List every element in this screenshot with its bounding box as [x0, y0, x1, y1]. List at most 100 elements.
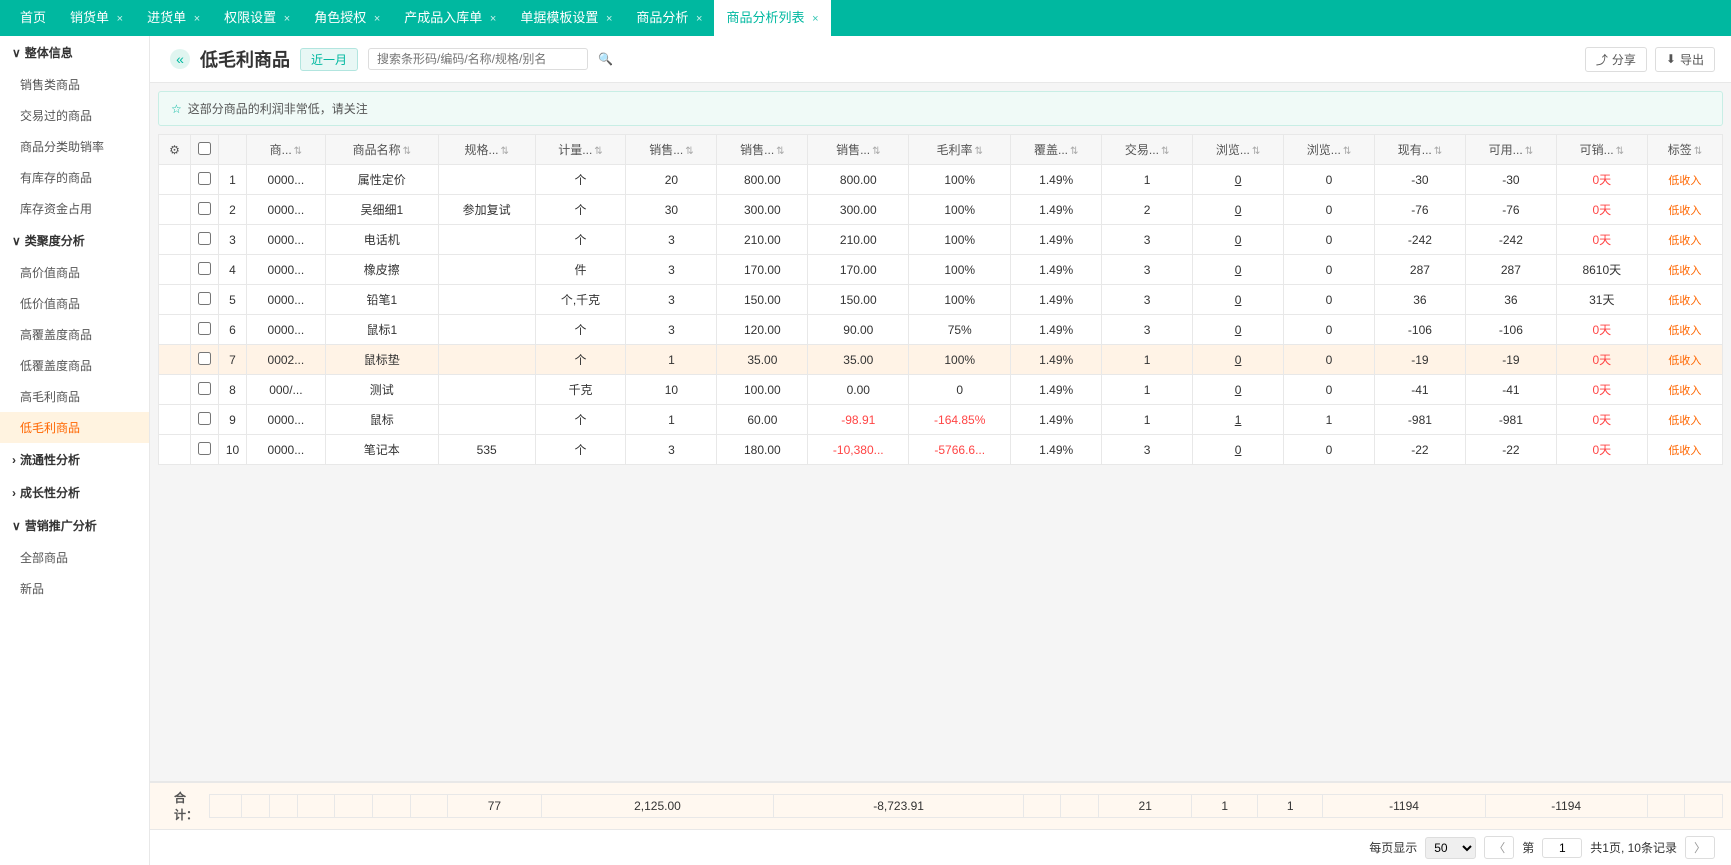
cell-tag: 低收入 [1647, 255, 1722, 285]
content-area: « 低毛利商品 近一月 🔍 ⤴ 分享 ⬇ 导出 ☆ 这部分商品的利润非常低，请关… [150, 36, 1731, 865]
sidebar-item-all-goods[interactable]: 全部商品 [0, 542, 149, 573]
sidebar-item-low-value[interactable]: 低价值商品 [0, 288, 149, 319]
filter-button[interactable]: 近一月 [300, 48, 358, 71]
cell-trade: 3 [1102, 435, 1193, 465]
cell-checkbox[interactable] [191, 165, 219, 195]
close-icon[interactable]: × [696, 13, 702, 25]
close-icon[interactable]: × [284, 13, 290, 25]
cell-checkbox[interactable] [191, 315, 219, 345]
nav-goods-analysis-list[interactable]: 商品分析列表 × [714, 0, 830, 36]
col-browse1[interactable]: 浏览...⇅ [1193, 135, 1284, 165]
col-tag[interactable]: 标签⇅ [1647, 135, 1722, 165]
sidebar-item-high-profit[interactable]: 高毛利商品 [0, 381, 149, 412]
col-qty[interactable]: 销售...⇅ [626, 135, 717, 165]
cell-usable: 287 [1465, 255, 1556, 285]
col-gross-rate[interactable]: 毛利率⇅ [909, 135, 1011, 165]
cell-settings [159, 225, 191, 255]
sidebar-item-sales-goods[interactable]: 销售类商品 [0, 69, 149, 100]
col-unit[interactable]: 计量...⇅ [535, 135, 626, 165]
cell-checkbox[interactable] [191, 345, 219, 375]
cell-checkbox[interactable] [191, 195, 219, 225]
col-spec[interactable]: 规格...⇅ [438, 135, 535, 165]
row-checkbox[interactable] [198, 262, 211, 275]
col-usable[interactable]: 可用...⇅ [1465, 135, 1556, 165]
close-icon[interactable]: × [194, 13, 200, 25]
close-icon[interactable]: × [606, 13, 612, 25]
col-price[interactable]: 销售...⇅ [717, 135, 808, 165]
cell-tag: 低收入 [1647, 285, 1722, 315]
cell-checkbox[interactable] [191, 405, 219, 435]
cell-browse1[interactable]: 1 [1193, 405, 1284, 435]
cell-checkbox[interactable] [191, 255, 219, 285]
sidebar-item-low-profit[interactable]: 低毛利商品 [0, 412, 149, 443]
row-checkbox[interactable] [198, 292, 211, 305]
row-checkbox[interactable] [198, 352, 211, 365]
col-trade[interactable]: 交易...⇅ [1102, 135, 1193, 165]
row-checkbox[interactable] [198, 202, 211, 215]
sidebar-item-category-rate[interactable]: 商品分类助销率 [0, 131, 149, 162]
per-page-select[interactable]: 50 100 200 [1425, 837, 1476, 859]
sidebar-group-growth[interactable]: › 成长性分析 [0, 476, 149, 509]
sidebar-group-marketing[interactable]: ∨ 营销推广分析 [0, 509, 149, 542]
row-checkbox[interactable] [198, 382, 211, 395]
cell-unit: 个 [535, 225, 626, 255]
chevron-down-icon: ∨ [12, 234, 21, 248]
nav-purchase[interactable]: 进货单 × [135, 0, 212, 36]
next-page-button[interactable]: 〉 [1685, 836, 1715, 859]
sidebar-item-high-value[interactable]: 高价值商品 [0, 257, 149, 288]
cell-qty: 3 [626, 315, 717, 345]
nav-sales[interactable]: 销货单 × [58, 0, 135, 36]
sidebar-item-new-goods[interactable]: 新品 [0, 573, 149, 604]
sidebar-group-liquidity[interactable]: › 流通性分析 [0, 443, 149, 476]
row-checkbox[interactable] [198, 172, 211, 185]
cell-unit: 件 [535, 255, 626, 285]
row-checkbox[interactable] [198, 412, 211, 425]
browse1-link: 0 [1235, 293, 1242, 307]
row-checkbox[interactable] [198, 442, 211, 455]
prev-page-button[interactable]: 〈 [1484, 836, 1514, 859]
cell-checkbox[interactable] [191, 285, 219, 315]
close-icon[interactable]: × [812, 13, 818, 25]
sidebar-item-capital[interactable]: 库存资金占用 [0, 193, 149, 224]
col-salable[interactable]: 可销...⇅ [1556, 135, 1647, 165]
col-current[interactable]: 现有...⇅ [1374, 135, 1465, 165]
chevron-down-icon: ∨ [12, 519, 21, 533]
close-icon[interactable]: × [490, 13, 496, 25]
col-code[interactable]: 商...⇅ [247, 135, 326, 165]
sidebar-item-low-coverage[interactable]: 低覆盖度商品 [0, 350, 149, 381]
close-icon[interactable]: × [117, 13, 123, 25]
col-amount[interactable]: 销售...⇅ [808, 135, 909, 165]
nav-goods-analysis[interactable]: 商品分析 × [624, 0, 714, 36]
collapse-sidebar-button[interactable]: « [170, 49, 190, 69]
sidebar-group-overall[interactable]: ∨ 整体信息 [0, 36, 149, 69]
sidebar-item-high-coverage[interactable]: 高覆盖度商品 [0, 319, 149, 350]
cell-checkbox[interactable] [191, 225, 219, 255]
row-checkbox[interactable] [198, 322, 211, 335]
nav-role-auth[interactable]: 角色授权 × [302, 0, 392, 36]
page-number-input[interactable] [1542, 838, 1582, 858]
share-button[interactable]: ⤴ 分享 [1585, 47, 1647, 72]
cell-checkbox[interactable] [191, 375, 219, 405]
sidebar-item-traded-goods[interactable]: 交易过的商品 [0, 100, 149, 131]
col-browse2[interactable]: 浏览...⇅ [1284, 135, 1375, 165]
sidebar-item-inventory-goods[interactable]: 有库存的商品 [0, 162, 149, 193]
col-settings[interactable]: ⚙ [159, 135, 191, 165]
search-input[interactable] [368, 48, 588, 70]
col-name[interactable]: 商品名称⇅ [325, 135, 438, 165]
cell-browse1: 0 [1193, 195, 1284, 225]
nav-template-settings[interactable]: 单据模板设置 × [508, 0, 624, 36]
close-icon[interactable]: × [374, 13, 380, 25]
col-coverage[interactable]: 覆盖...⇅ [1011, 135, 1102, 165]
search-icon[interactable]: 🔍 [598, 52, 613, 66]
cell-checkbox[interactable] [191, 435, 219, 465]
nav-home[interactable]: 首页 [8, 0, 58, 36]
nav-permissions[interactable]: 权限设置 × [212, 0, 302, 36]
select-all-checkbox[interactable] [198, 142, 211, 155]
cell-num: 6 [219, 315, 247, 345]
row-checkbox[interactable] [198, 232, 211, 245]
col-checkbox[interactable] [191, 135, 219, 165]
export-button[interactable]: ⬇ 导出 [1655, 47, 1715, 72]
browse1-link[interactable]: 1 [1235, 413, 1242, 427]
sidebar-group-cluster[interactable]: ∨ 类聚度分析 [0, 224, 149, 257]
nav-product-entry[interactable]: 产成品入库单 × [392, 0, 508, 36]
